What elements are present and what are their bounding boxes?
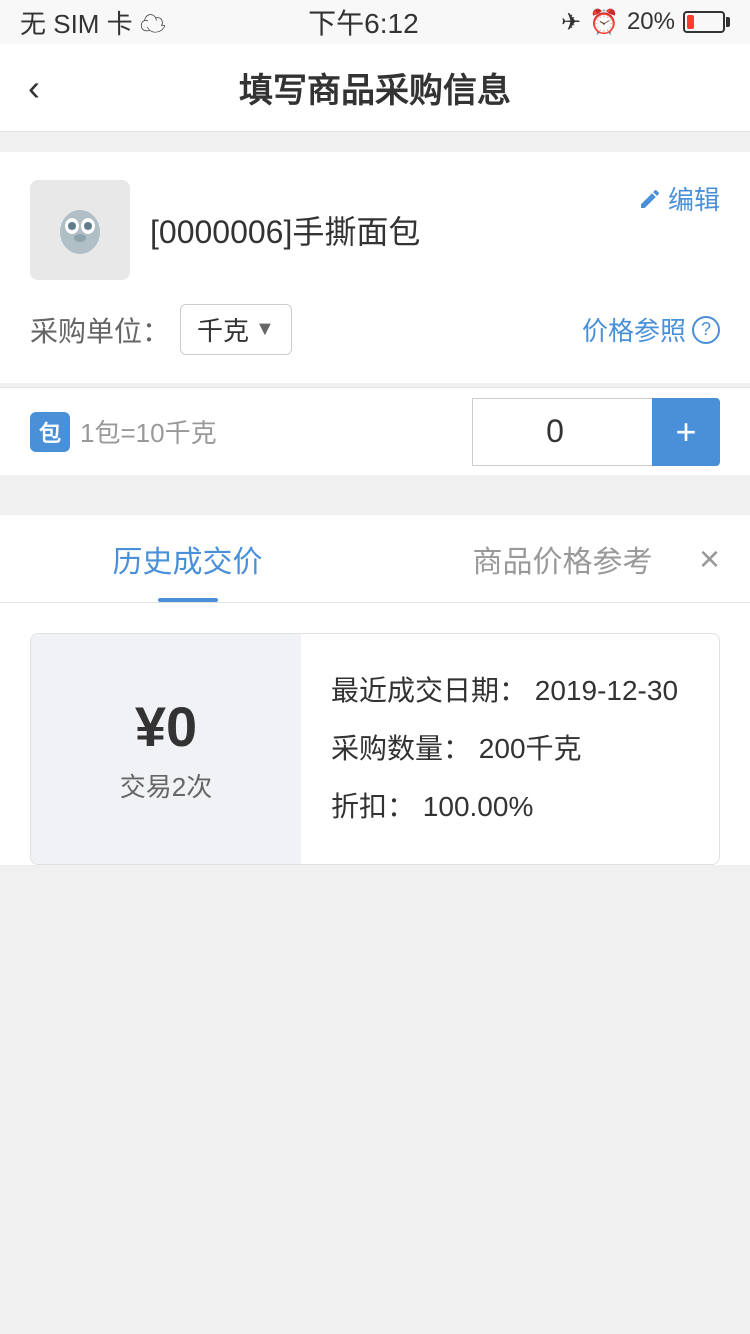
- back-button[interactable]: ‹: [28, 67, 40, 109]
- trade-price: ¥0: [135, 694, 197, 759]
- product-card: [0000006]手撕面包 编辑 采购单位： 千克 ▼ 价格参照 ?: [0, 152, 750, 383]
- quantity-row: 包 1包=10千克 +: [0, 387, 750, 475]
- tab-price-reference[interactable]: 商品价格参考: [375, 515, 750, 602]
- edit-label: 编辑: [668, 180, 720, 217]
- status-bar: 无 SIM 卡 ☁ 下午6:12 ✈ ⏰ 20%: [0, 0, 750, 44]
- location-icon: ✈: [561, 8, 581, 37]
- trade-price-symbol: ¥: [135, 695, 166, 758]
- edit-button[interactable]: 编辑: [638, 180, 720, 217]
- tab-history-price[interactable]: 历史成交价: [0, 515, 375, 602]
- trade-discount-label: 折扣：: [331, 791, 415, 822]
- product-header: [0000006]手撕面包 编辑: [30, 180, 720, 280]
- alarm-icon: ⏰: [589, 8, 619, 37]
- trade-card-right: 最近成交日期： 2019-12-30 采购数量： 200千克 折扣： 100.0…: [301, 634, 719, 864]
- product-unit-row: 采购单位： 千克 ▼ 价格参照 ?: [30, 304, 720, 355]
- trade-price-value: 0: [166, 695, 197, 758]
- quantity-input[interactable]: [472, 398, 652, 466]
- tabs-header: 历史成交价 商品价格参考 ×: [0, 515, 750, 603]
- quantity-unit-info: 包 1包=10千克: [30, 412, 217, 452]
- status-time: 下午6:12: [308, 2, 419, 42]
- trade-date-label: 最近成交日期：: [331, 675, 527, 706]
- quantity-unit-badge-label: 包: [39, 416, 61, 448]
- quantity-input-group: +: [472, 398, 720, 466]
- unit-value: 千克: [197, 311, 249, 348]
- price-ref-label: 价格参照: [582, 311, 686, 348]
- price-ref-help-icon: ?: [692, 316, 720, 344]
- tab-close-button[interactable]: ×: [699, 538, 720, 580]
- price-ref-question: ?: [701, 319, 711, 340]
- trade-card-left: ¥0 交易2次: [31, 634, 301, 864]
- plus-icon: +: [675, 411, 696, 453]
- nav-bar: ‹ 填写商品采购信息: [0, 44, 750, 132]
- price-ref-button[interactable]: 价格参照 ?: [582, 311, 720, 348]
- tab-history-label: 历史成交价: [113, 537, 263, 581]
- battery-percent: 20%: [627, 8, 675, 36]
- edit-icon: [638, 187, 662, 211]
- product-thumbnail-icon: [50, 200, 110, 260]
- product-name: [0000006]手撕面包: [150, 207, 420, 253]
- unit-arrow-icon: ▼: [255, 318, 275, 341]
- trade-quantity-value: 200千克: [479, 733, 582, 764]
- trade-detail-quantity: 采购数量： 200千克: [331, 728, 689, 770]
- trade-quantity-label: 采购数量：: [331, 733, 471, 764]
- trade-detail-date: 最近成交日期： 2019-12-30: [331, 670, 689, 712]
- trade-card: ¥0 交易2次 最近成交日期： 2019-12-30 采购数量： 200千克 折…: [30, 633, 720, 865]
- unit-label: 采购单位：: [30, 310, 170, 350]
- tab-price-ref-label: 商品价格参考: [473, 537, 653, 581]
- battery-icon: [683, 11, 730, 33]
- trade-date-value: 2019-12-30: [535, 675, 678, 706]
- status-left: 无 SIM 卡 ☁: [20, 4, 166, 41]
- trade-count: 交易2次: [120, 767, 212, 804]
- tabs-panel: 历史成交价 商品价格参考 × ¥0 交易2次 最近成交日期： 2019-12-3…: [0, 515, 750, 865]
- product-image: [30, 180, 130, 280]
- unit-selector[interactable]: 千克 ▼: [180, 304, 292, 355]
- trade-discount-value: 100.00%: [423, 791, 534, 822]
- quantity-unit-badge: 包: [30, 412, 70, 452]
- sim-signal-text: 无 SIM 卡 ☁: [20, 4, 166, 41]
- page-title: 填写商品采购信息: [239, 63, 511, 112]
- product-left: [0000006]手撕面包: [30, 180, 420, 280]
- trade-detail-discount: 折扣： 100.00%: [331, 786, 689, 828]
- section-divider: [0, 475, 750, 495]
- tab-active-underline: [158, 598, 218, 602]
- quantity-plus-button[interactable]: +: [652, 398, 720, 466]
- quantity-conversion: 1包=10千克: [80, 413, 217, 450]
- status-right: ✈ ⏰ 20%: [561, 8, 730, 37]
